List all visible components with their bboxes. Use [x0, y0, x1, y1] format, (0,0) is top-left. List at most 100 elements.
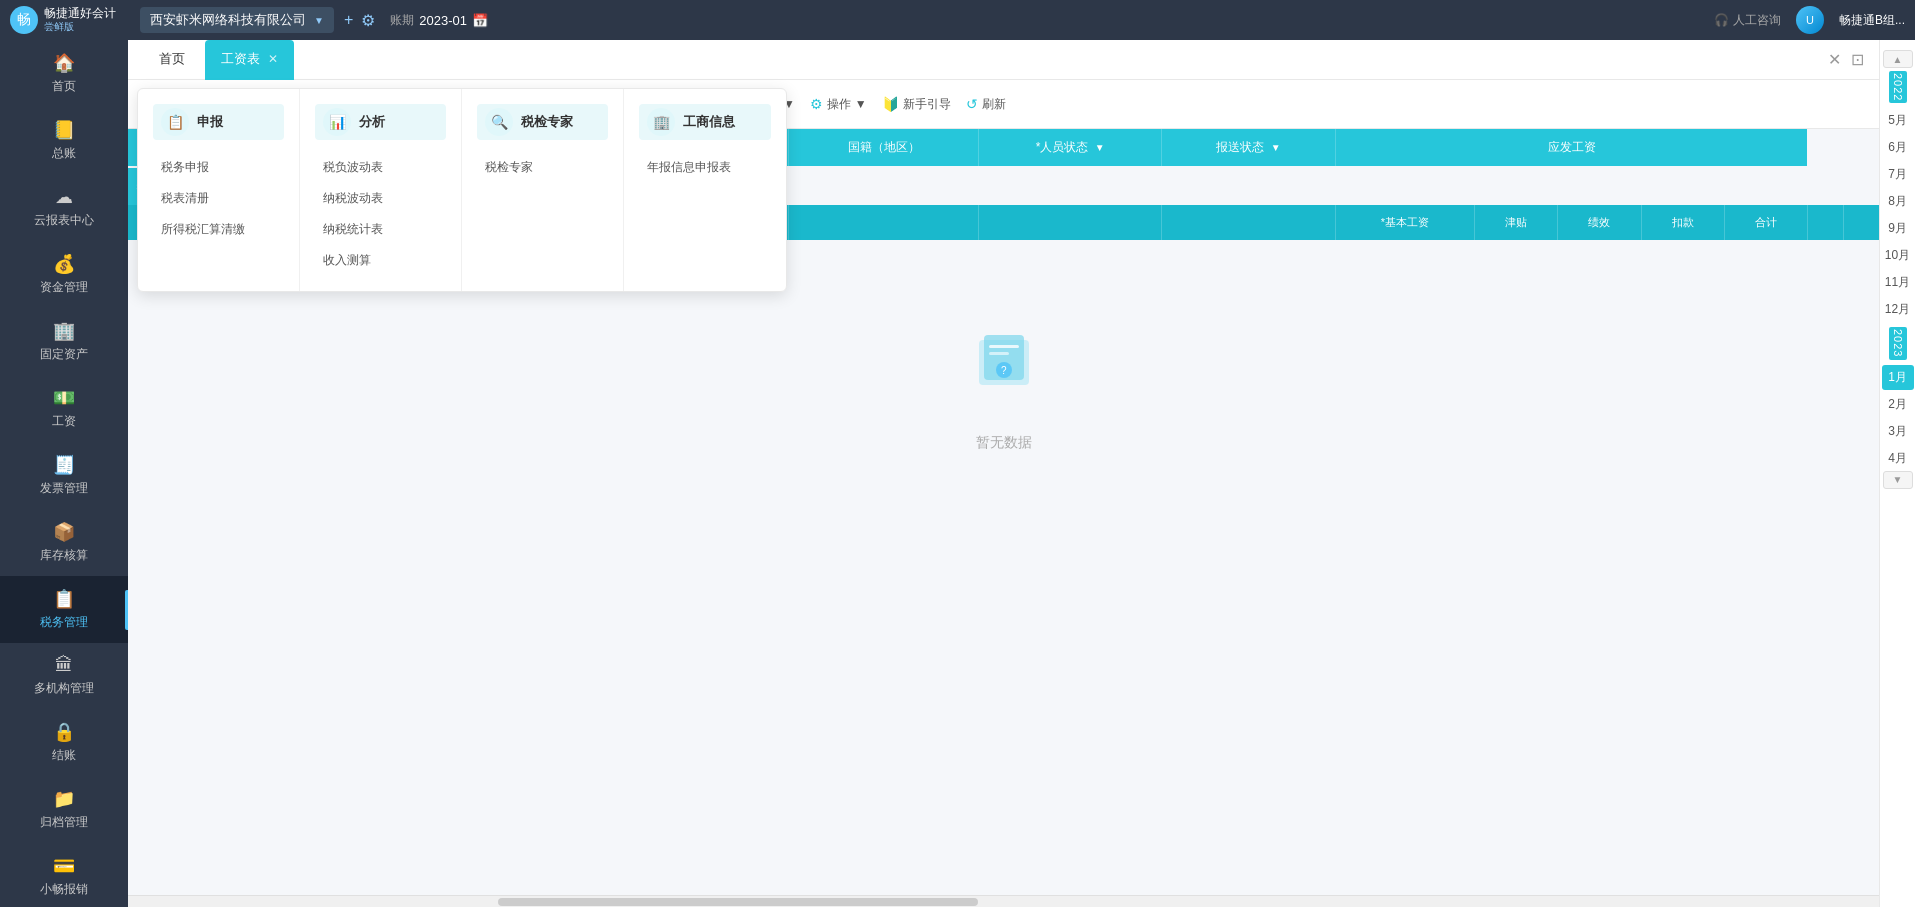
th-salary-group: 应发工资: [1335, 129, 1807, 166]
sidebar-item-ledger[interactable]: 📒 总账: [0, 107, 128, 174]
month-2[interactable]: 2月: [1882, 392, 1914, 417]
invoice-icon: 🧾: [53, 454, 75, 476]
status-filter-icon[interactable]: ▼: [1095, 142, 1105, 153]
sidebar-label-cloud: 云报表中心: [34, 212, 94, 229]
tab-close-window-icon[interactable]: ✕: [1828, 50, 1841, 69]
tab-salary-label: 工资表: [221, 50, 260, 68]
user-name: 畅捷通B组...: [1839, 12, 1905, 29]
svg-text:?: ?: [1001, 365, 1007, 376]
logo-icon: 畅: [10, 6, 38, 34]
avatar: U: [1796, 6, 1824, 34]
declare-header: 📋 申报: [153, 104, 284, 140]
right-panel: ▲ 2022 5月 6月 7月 8月 9月 10月 11月 12月 2023 1…: [1879, 40, 1915, 907]
svg-rect-3: [989, 352, 1009, 355]
sidebar-item-promo[interactable]: 💳 小畅报销: [0, 843, 128, 907]
month-10[interactable]: 10月: [1882, 243, 1914, 268]
sidebar-item-close[interactable]: 🔒 结账: [0, 709, 128, 776]
month-list: 2022 5月 6月 7月 8月 9月 10月 11月 12月 2023 1月 …: [1882, 68, 1914, 471]
tax-icon: 📋: [53, 588, 75, 610]
month-4[interactable]: 4月: [1882, 446, 1914, 471]
sidebar-label-tax: 税务管理: [40, 614, 88, 631]
tax-payment-item[interactable]: 纳税波动表: [315, 183, 446, 214]
sidebar-item-archive[interactable]: 📁 归档管理: [0, 776, 128, 843]
dropdown-col-declare: 📋 申报 税务申报 税表清册 所得税汇算清缴: [138, 89, 300, 291]
headset-icon: 🎧: [1714, 13, 1729, 27]
service-button[interactable]: 🎧 人工咨询: [1714, 12, 1781, 29]
salary-icon: 💵: [53, 387, 75, 409]
sidebar-label-invoice: 发票管理: [40, 480, 88, 497]
sidebar-label-salary: 工资: [52, 413, 76, 430]
cloud-icon: ☁: [55, 186, 73, 208]
income-simulate-item[interactable]: 收入测算: [315, 245, 446, 276]
month-12[interactable]: 12月: [1882, 297, 1914, 322]
analysis-label: 分析: [359, 113, 385, 131]
tax-declare-item[interactable]: 税务申报: [153, 152, 284, 183]
period-label: 账期: [390, 12, 414, 29]
guide-label: 新手引导: [903, 96, 951, 113]
refresh-btn[interactable]: ↺ 刷新: [966, 96, 1006, 113]
calendar-icon[interactable]: 📅: [472, 13, 488, 28]
sidebar-item-inventory[interactable]: 📦 库存核算: [0, 509, 128, 576]
dropdown-col-business: 🏢 工商信息 年报信息申报表: [624, 89, 786, 291]
tax-check-item[interactable]: 税检专家: [477, 152, 608, 183]
sidebar-item-salary[interactable]: 💵 工资: [0, 375, 128, 442]
tab-bar: 首页 工资表 ✕ ✕ ⊡: [128, 40, 1879, 80]
month-1[interactable]: 1月: [1882, 365, 1914, 390]
sidebar-item-tax[interactable]: 📋 税务管理: [0, 576, 128, 643]
expert-icon: 🔍: [485, 108, 513, 136]
sidebar-item-fund[interactable]: 💰 资金管理: [0, 241, 128, 308]
panel-scroll-down-button[interactable]: ▼: [1883, 471, 1913, 489]
sidebar-label-close: 结账: [52, 747, 76, 764]
sidebar-label-archive: 归档管理: [40, 814, 88, 831]
month-11[interactable]: 11月: [1882, 270, 1914, 295]
month-9[interactable]: 9月: [1882, 216, 1914, 241]
scrollbar-thumb[interactable]: [498, 898, 978, 906]
month-3[interactable]: 3月: [1882, 419, 1914, 444]
tax-form-item[interactable]: 税表清册: [153, 183, 284, 214]
report-filter-icon[interactable]: ▼: [1271, 142, 1281, 153]
month-5[interactable]: 5月: [1882, 108, 1914, 133]
sidebar-label-ledger: 总账: [52, 145, 76, 162]
sidebar-label-assets: 固定资产: [40, 346, 88, 363]
promo-icon: 💳: [53, 855, 75, 877]
annual-report-item[interactable]: 年报信息申报表: [639, 152, 771, 183]
sidebar-item-cloud[interactable]: ☁ 云报表中心: [0, 174, 128, 241]
th-deduction: 扣款: [1641, 205, 1724, 240]
income-tax-item[interactable]: 所得税汇算清缴: [153, 214, 284, 245]
guide-btn[interactable]: 🔰 新手引导: [882, 96, 951, 113]
sidebar-label-fund: 资金管理: [40, 279, 88, 296]
month-6[interactable]: 6月: [1882, 135, 1914, 160]
tab-home[interactable]: 首页: [143, 40, 201, 80]
tab-restore-icon[interactable]: ⊡: [1851, 50, 1864, 69]
sidebar-item-multi[interactable]: 🏛 多机构管理: [0, 643, 128, 709]
company-selector[interactable]: 西安虾米网络科技有限公司 ▼: [140, 7, 334, 33]
panel-scroll-up-button[interactable]: ▲: [1883, 50, 1913, 68]
horizontal-scrollbar[interactable]: [128, 895, 1879, 907]
analysis-icon: 📊: [323, 108, 351, 136]
tab-close-icon[interactable]: ✕: [268, 52, 278, 66]
business-label: 工商信息: [683, 113, 735, 131]
sidebar-item-assets[interactable]: 🏢 固定资产: [0, 308, 128, 375]
company-name: 西安虾米网络科技有限公司: [150, 11, 306, 29]
sidebar-item-home[interactable]: 🏠 首页: [0, 40, 128, 107]
operate-btn[interactable]: ⚙ 操作 ▼: [810, 96, 867, 113]
month-8[interactable]: 8月: [1882, 189, 1914, 214]
sidebar-item-invoice[interactable]: 🧾 发票管理: [0, 442, 128, 509]
th-allowance: 津贴: [1475, 205, 1558, 240]
month-7[interactable]: 7月: [1882, 162, 1914, 187]
tab-bar-right: ✕ ⊡: [1828, 50, 1864, 69]
th-operation-sub: [1844, 205, 1879, 240]
dropdown-col-analysis: 📊 分析 税负波动表 纳税波动表 纳税统计表 收入测算: [300, 89, 462, 291]
tax-burden-item[interactable]: 税负波动表: [315, 152, 446, 183]
settings-icon[interactable]: ⚙: [361, 11, 375, 30]
add-company-icon[interactable]: +: [344, 11, 353, 29]
th-region: 国籍（地区）: [789, 129, 979, 166]
th-empty-7: [789, 205, 979, 240]
tax-stats-item[interactable]: 纳税统计表: [315, 214, 446, 245]
refresh-icon: ↺: [966, 96, 978, 112]
business-icon: 🏢: [647, 108, 675, 136]
tax-dropdown-popup: 📋 申报 税务申报 税表清册 所得税汇算清缴 📊 分析 税负波动表 纳税波动表 …: [137, 88, 787, 292]
ledger-icon: 📒: [53, 119, 75, 141]
tab-salary-table[interactable]: 工资表 ✕: [205, 40, 294, 80]
dropdown-grid: 📋 申报 税务申报 税表清册 所得税汇算清缴 📊 分析 税负波动表 纳税波动表 …: [138, 89, 786, 291]
